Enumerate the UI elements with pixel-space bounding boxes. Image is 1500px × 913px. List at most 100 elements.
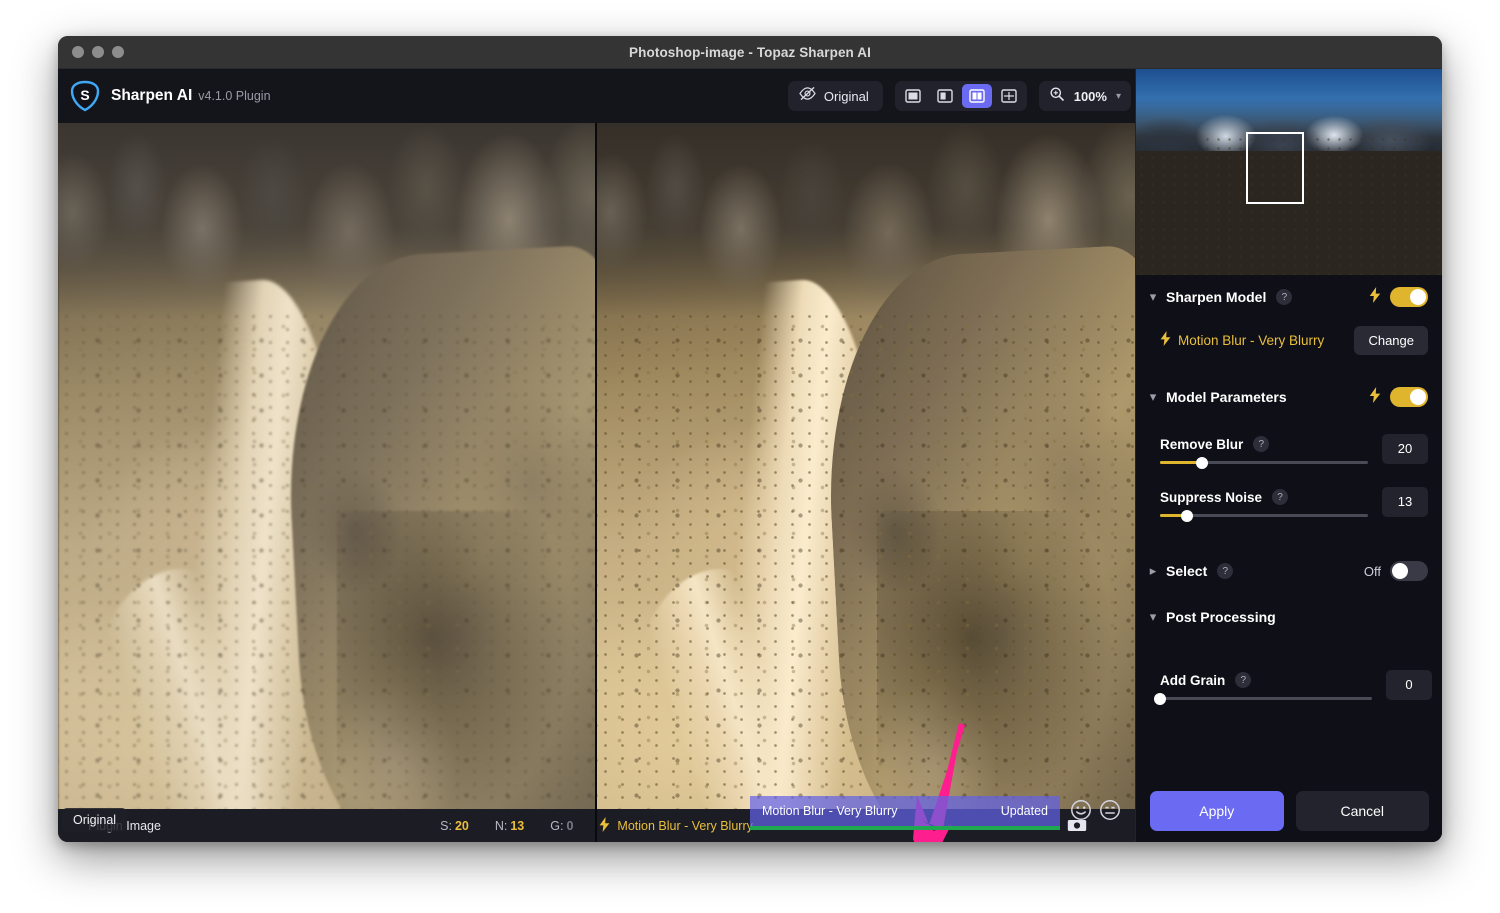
application-body: S Sharpen AI v4.1.0 Plugin Original 100%… xyxy=(58,69,1442,842)
original-pane-badge: Original xyxy=(62,808,128,832)
window-titlebar: Photoshop-image - Topaz Sharpen AI xyxy=(58,36,1442,69)
add-grain-help-icon[interactable]: ? xyxy=(1235,672,1252,688)
view-mode-split[interactable] xyxy=(930,84,960,108)
suppress-noise-header: Suppress Noise ? xyxy=(1160,489,1368,505)
selected-model-label: Motion Blur - Very Blurry xyxy=(1178,332,1325,348)
toolbar-controls: Original 100% ▾ xyxy=(787,69,1135,123)
chevron-down-icon: ▾ xyxy=(1115,90,1121,102)
remove-blur-track-area: Remove Blur ? xyxy=(1160,425,1368,470)
original-photo xyxy=(58,123,595,842)
remove-blur-thumb[interactable] xyxy=(1195,456,1208,469)
suppress-noise-slider[interactable] xyxy=(1160,509,1368,522)
sharpen-model-selection: Motion Blur - Very Blurry Change xyxy=(1136,319,1442,361)
zoom-level-value: 100% xyxy=(1073,88,1107,104)
remove-blur-help-icon[interactable]: ? xyxy=(1253,436,1270,452)
select-title: Select xyxy=(1166,563,1208,579)
image-compare-canvas[interactable]: Original Motion Blur - Very Blurry Updat… xyxy=(58,123,1135,842)
remove-blur-header: Remove Blur ? xyxy=(1160,436,1368,452)
settings-panel: ▾ Sharpen Model ? Motion Blur - Very Blu… xyxy=(1135,69,1442,842)
suppress-noise-thumb[interactable] xyxy=(1181,509,1194,522)
metric-sharpen: S: 20 xyxy=(440,819,469,833)
chevron-down-icon[interactable]: ▾ xyxy=(1144,389,1162,405)
metric-grain-value: 0 xyxy=(566,818,574,833)
brand-version: v4.1.0 Plugin xyxy=(198,89,271,103)
apply-button[interactable]: Apply xyxy=(1150,791,1284,831)
chevron-down-icon[interactable]: ▾ xyxy=(1144,609,1162,625)
chevron-right-icon[interactable]: ▸ xyxy=(1144,563,1162,579)
view-mode-single[interactable] xyxy=(898,84,928,108)
add-grain-header: Add Grain ? xyxy=(1160,672,1372,688)
settings-sections: ▾ Sharpen Model ? Motion Blur - Very Blu… xyxy=(1136,275,1442,708)
add-grain-thumb[interactable] xyxy=(1154,692,1166,705)
toggle-original-button[interactable]: Original xyxy=(787,81,883,111)
toast-title: Motion Blur - Very Blurry xyxy=(762,804,898,818)
remove-blur-value[interactable]: 20 xyxy=(1382,433,1428,464)
slider-suppress-noise: Suppress Noise ? 13 xyxy=(1136,472,1442,525)
suppress-noise-track-area: Suppress Noise ? xyxy=(1160,478,1368,523)
model-parameters-toggle[interactable] xyxy=(1390,387,1428,407)
application-window: Photoshop-image - Topaz Sharpen AI S Sha… xyxy=(58,36,1442,842)
panel-footer: Apply Cancel xyxy=(1136,780,1442,842)
lightning-bolt-icon xyxy=(1160,331,1171,349)
top-toolbar: S Sharpen AI v4.1.0 Plugin Original 100%… xyxy=(58,69,1135,123)
post-processing-title: Post Processing xyxy=(1166,609,1276,625)
metric-sharpen-key: S: xyxy=(440,818,452,833)
slider-remove-blur: Remove Blur ? 20 xyxy=(1136,419,1442,472)
model-parameters-title: Model Parameters xyxy=(1166,389,1287,405)
select-help-icon[interactable]: ? xyxy=(1217,563,1234,579)
change-model-button[interactable]: Change xyxy=(1354,325,1428,355)
selected-model: Motion Blur - Very Blurry xyxy=(1160,331,1324,349)
select-toggle[interactable] xyxy=(1390,561,1428,581)
brand: S Sharpen AI v4.1.0 Plugin xyxy=(70,80,271,112)
add-grain-value[interactable]: 0 xyxy=(1386,669,1432,700)
compare-divider[interactable] xyxy=(595,123,597,842)
slider-add-grain: Add Grain ? 0 xyxy=(1136,655,1442,708)
suppress-noise-help-icon[interactable]: ? xyxy=(1272,489,1289,505)
viewport-rectangle[interactable] xyxy=(1246,132,1304,204)
desktop-background: Photoshop-image - Topaz Sharpen AI S Sha… xyxy=(0,0,1500,913)
chevron-down-icon[interactable]: ▾ xyxy=(1144,289,1162,305)
select-state-label: Off xyxy=(1363,563,1381,579)
window-title: Photoshop-image - Topaz Sharpen AI xyxy=(629,44,871,60)
metric-grain-key: G: xyxy=(550,818,564,833)
cancel-button[interactable]: Cancel xyxy=(1295,791,1429,831)
add-grain-label: Add Grain xyxy=(1160,672,1226,688)
original-image-pane[interactable]: Original xyxy=(58,123,595,842)
sharpen-model-help-icon[interactable]: ? xyxy=(1276,289,1293,305)
eye-off-icon xyxy=(799,86,816,106)
suppress-noise-label: Suppress Noise xyxy=(1160,489,1263,505)
sharpen-model-title: Sharpen Model xyxy=(1166,289,1267,305)
view-mode-side-by-side[interactable] xyxy=(961,84,992,108)
suppress-noise-value[interactable]: 13 xyxy=(1382,486,1428,517)
zoom-control[interactable]: 100% ▾ xyxy=(1038,81,1131,111)
svg-text:S: S xyxy=(80,87,89,103)
lightning-bolt-icon xyxy=(599,816,610,835)
neutral-face-icon[interactable] xyxy=(1099,799,1121,826)
remove-blur-slider[interactable] xyxy=(1160,456,1368,469)
toast-progress-bar xyxy=(750,826,1060,830)
section-sharpen-model[interactable]: ▾ Sharpen Model ? xyxy=(1136,275,1442,319)
original-button-label: Original xyxy=(823,88,869,104)
notification-toast: Motion Blur - Very Blurry Updated xyxy=(750,796,1060,830)
metric-noise-key: N: xyxy=(494,818,508,833)
metric-noise: N: 13 xyxy=(495,819,524,833)
section-post-processing[interactable]: ▾ Post Processing xyxy=(1136,595,1442,639)
feedback-controls xyxy=(1070,799,1121,826)
sharpen-model-toggle[interactable] xyxy=(1390,287,1428,307)
happy-face-icon[interactable] xyxy=(1070,799,1092,826)
brand-name: Sharpen AI xyxy=(111,87,193,104)
view-mode-grid[interactable] xyxy=(994,84,1024,108)
view-mode-group xyxy=(894,81,1027,111)
status-model: Motion Blur - Very Blurry xyxy=(599,816,753,835)
metric-sharpen-value: 20 xyxy=(454,818,469,833)
lightning-bolt-icon xyxy=(1369,387,1381,407)
add-grain-slider[interactable] xyxy=(1154,692,1372,705)
navigator-preview[interactable] xyxy=(1136,69,1442,275)
section-model-parameters[interactable]: ▾ Model Parameters xyxy=(1136,375,1442,419)
toast-body: Motion Blur - Very Blurry Updated xyxy=(750,796,1060,826)
processed-image-pane[interactable] xyxy=(597,123,1135,842)
metric-grain: G: 0 xyxy=(550,819,573,833)
section-select[interactable]: ▸ Select ? Off xyxy=(1136,549,1442,593)
zoom-in-icon xyxy=(1049,86,1065,107)
metric-noise-value: 13 xyxy=(510,818,525,833)
